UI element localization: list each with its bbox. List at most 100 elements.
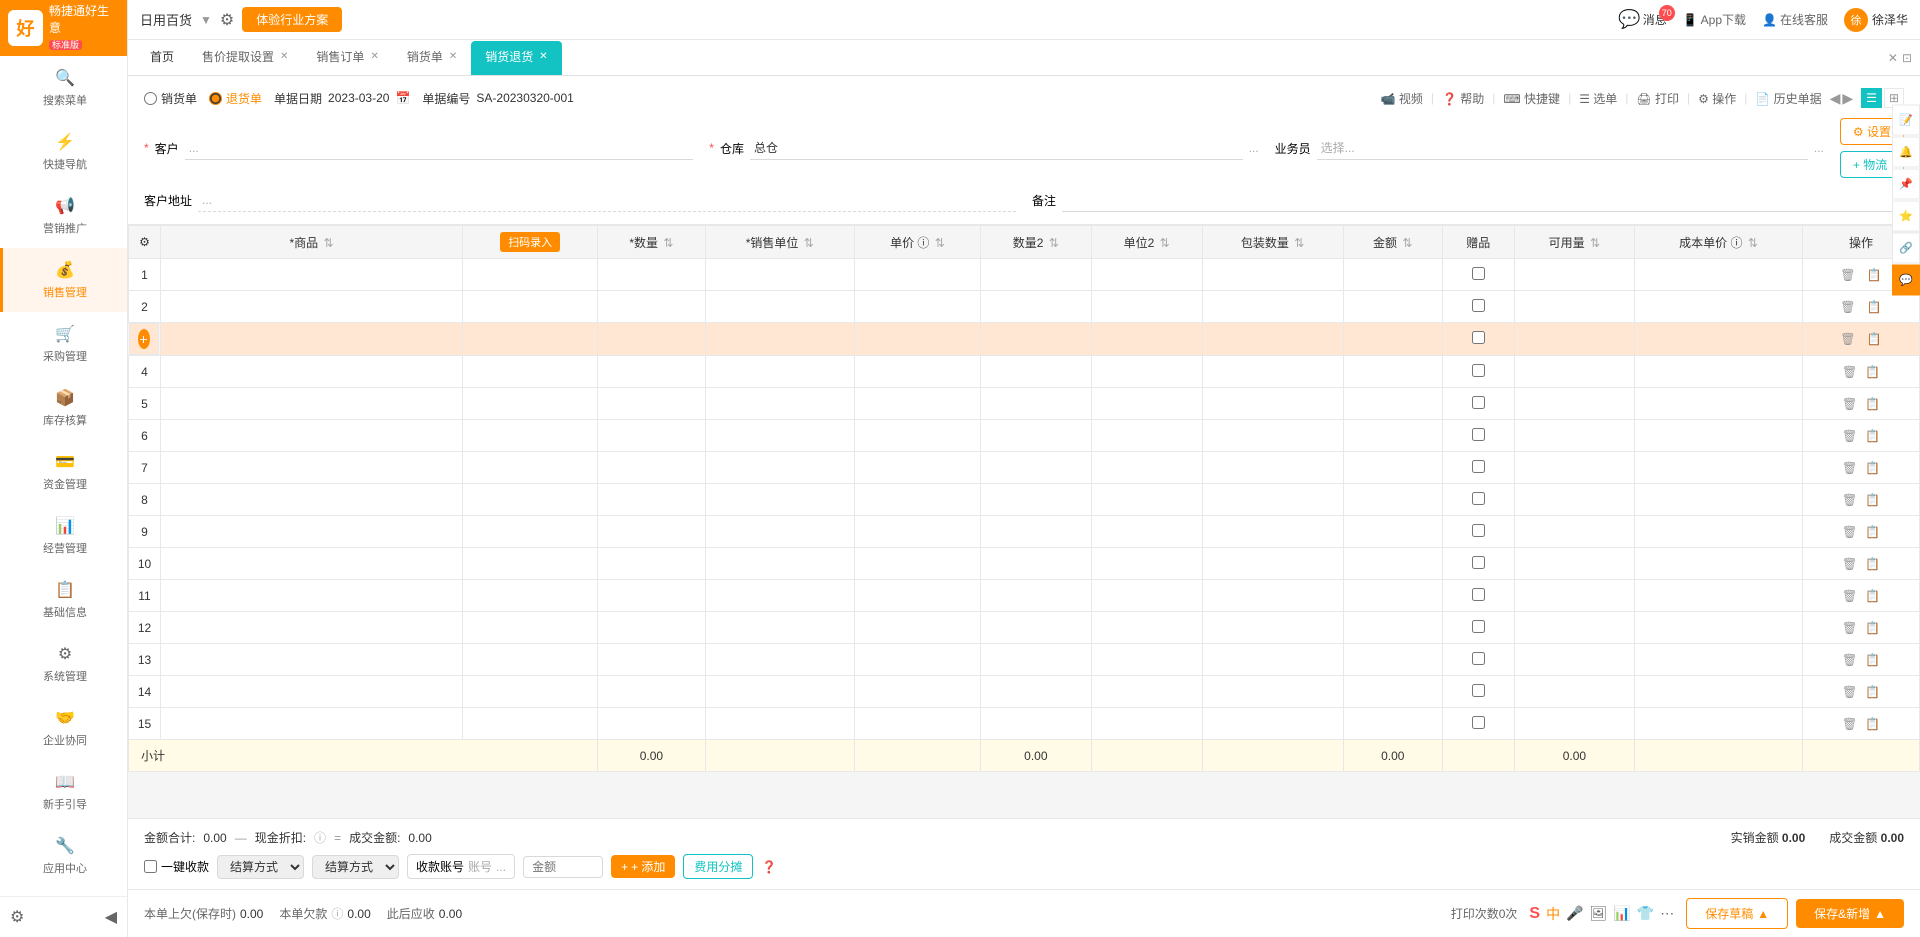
delete-row-13[interactable]: 🗑 [1842,653,1857,667]
close-all-tabs[interactable]: ✕ ⊡ [1888,51,1912,65]
list-view-btn[interactable]: ☰ [1861,88,1882,108]
available-cell-2[interactable] [1514,291,1634,323]
amount-cell-2[interactable] [1343,291,1442,323]
tab-sales-return[interactable]: 销货退货 ✕ [471,41,561,75]
online-service-btn[interactable]: 👤 在线客服 [1762,11,1828,28]
gift-checkbox-11[interactable] [1472,588,1485,601]
one-key-collect-input[interactable] [144,860,157,873]
copy-row-6[interactable]: 📋 [1865,429,1880,443]
delete-row-8[interactable]: 🗑 [1842,493,1857,507]
user-area[interactable]: 徐 徐泽华 [1844,8,1908,32]
copy-row-3[interactable]: 📋 [1867,332,1882,346]
sort-qty2-icon[interactable]: ⇅ [1049,236,1059,250]
delete-row-3[interactable]: 🗑 [1840,332,1855,346]
add-payment-btn[interactable]: + + 添加 [611,855,675,878]
close-sales-order-tab[interactable]: ✕ [370,51,378,62]
sidebar-item-operation[interactable]: 📊 经营管理 [0,504,127,568]
sort-unit-icon[interactable]: ⇅ [804,236,814,250]
icon-more[interactable]: ⋯ [1660,905,1674,922]
gift-checkbox-6[interactable] [1472,428,1485,441]
tab-sales-order[interactable]: 销售订单 ✕ [302,40,392,76]
sidebar-item-search[interactable]: 🔍 搜索菜单 [0,56,127,120]
gift-cell-1[interactable] [1442,259,1514,291]
amount-cell-1[interactable] [1343,259,1442,291]
sort-product-icon[interactable]: ⇅ [324,236,334,250]
copy-row-9[interactable]: 📋 [1865,525,1880,539]
radio-sales-bill[interactable]: 销货单 [144,90,197,107]
message-area[interactable]: 💬 70 消息 [1618,9,1666,30]
customer-address-input[interactable]: ... [198,188,1016,212]
account-field[interactable]: 收款账号 账号 ... [407,854,515,879]
product-input-3[interactable] [169,332,454,346]
table-settings-icon[interactable]: ⚙ [139,235,150,249]
warehouse-input[interactable]: 总仓 [750,136,1243,160]
price-cell-1[interactable] [854,259,980,291]
float-btn-6[interactable]: 💬 [1892,265,1920,296]
save-new-btn[interactable]: 保存&新增 ▲ [1796,899,1904,928]
unit-cell-2[interactable] [705,291,854,323]
copy-row-12[interactable]: 📋 [1865,621,1880,635]
gift-checkbox-14[interactable] [1472,684,1485,697]
sort-qty-icon[interactable]: ⇅ [663,236,673,250]
packqty-cell-1[interactable] [1202,259,1343,291]
gift-checkbox-7[interactable] [1472,460,1485,473]
unit2-cell-1[interactable] [1091,259,1202,291]
delete-row-15[interactable]: 🗑 [1842,717,1857,731]
fee-help-icon[interactable]: ❓ [761,860,776,874]
delete-row-9[interactable]: 🗑 [1842,525,1857,539]
add-row-btn[interactable]: + [138,329,150,349]
sort-costprice-icon[interactable]: ⇅ [1748,236,1758,250]
sidebar-item-system[interactable]: ⚙ 系统管理 [0,632,127,696]
delete-row-2[interactable]: 🗑 [1840,300,1855,314]
float-btn-1[interactable]: 📝 [1892,105,1920,136]
video-btn[interactable]: 📹 视频 [1381,90,1423,107]
calendar-icon[interactable]: 📅 [395,91,410,105]
gift-checkbox-1[interactable] [1472,267,1485,280]
float-btn-2[interactable]: 🔔 [1892,137,1920,168]
one-key-collect-checkbox[interactable]: 一键收款 [144,858,209,875]
copy-row-13[interactable]: 📋 [1865,653,1880,667]
tab-price-settings[interactable]: 售价提取设置 ✕ [188,40,302,76]
delete-row-14[interactable]: 🗑 [1842,685,1857,699]
salesperson-input[interactable]: 选择... [1317,136,1808,160]
next-arrow[interactable]: ▶ [1842,90,1853,107]
copy-row-11[interactable]: 📋 [1865,589,1880,603]
experience-button[interactable]: 体验行业方案 [242,7,342,32]
sort-packqty-icon[interactable]: ⇅ [1294,236,1304,250]
float-btn-5[interactable]: 🔗 [1892,233,1920,264]
delete-row-6[interactable]: 🗑 [1842,429,1857,443]
close-sales-return-tab[interactable]: ✕ [539,51,547,62]
product-cell-1[interactable] [161,259,463,291]
gift-cell-2[interactable] [1442,291,1514,323]
payment-amount-input[interactable] [523,856,603,878]
price-cell-2[interactable] [854,291,980,323]
unit2-cell-2[interactable] [1091,291,1202,323]
sidebar-item-purchase[interactable]: 🛒 采购管理 [0,312,127,376]
col-settings-header[interactable]: ⚙ [129,226,161,259]
available-cell-3[interactable] [1514,323,1634,356]
sort-available-icon[interactable]: ⇅ [1590,236,1600,250]
save-draft-btn[interactable]: 保存草稿 ▲ [1686,898,1788,929]
copy-row-7[interactable]: 📋 [1865,461,1880,475]
sidebar-item-sales[interactable]: 💰 销售管理 [0,248,127,312]
gift-checkbox-9[interactable] [1472,524,1485,537]
gift-checkbox-4[interactable] [1472,364,1485,377]
copy-row-2[interactable]: 📋 [1867,300,1882,314]
select-btn[interactable]: ☰ 选单 [1579,90,1617,107]
delete-row-4[interactable]: 🗑 [1842,365,1857,379]
sidebar-item-guide[interactable]: 📖 新手引导 [0,760,127,824]
sidebar-item-finance[interactable]: 💳 资金管理 [0,440,127,504]
available-cell-1[interactable] [1514,259,1634,291]
product-cell-2[interactable] [161,291,463,323]
shortcut-key-btn[interactable]: ⌨ 快捷键 [1503,90,1560,107]
gift-checkbox-12[interactable] [1472,620,1485,633]
help-btn[interactable]: ❓ 帮助 [1442,90,1484,107]
settlement-select[interactable]: 结算方式 [217,855,304,879]
qty2-cell-3[interactable] [980,323,1091,356]
float-btn-3[interactable]: 📌 [1892,169,1920,200]
delete-row-12[interactable]: 🗑 [1842,621,1857,635]
sort-unit2-icon[interactable]: ⇅ [1160,236,1170,250]
price-cell-3[interactable] [854,323,980,356]
close-price-tab[interactable]: ✕ [280,51,288,62]
copy-row-10[interactable]: 📋 [1865,557,1880,571]
